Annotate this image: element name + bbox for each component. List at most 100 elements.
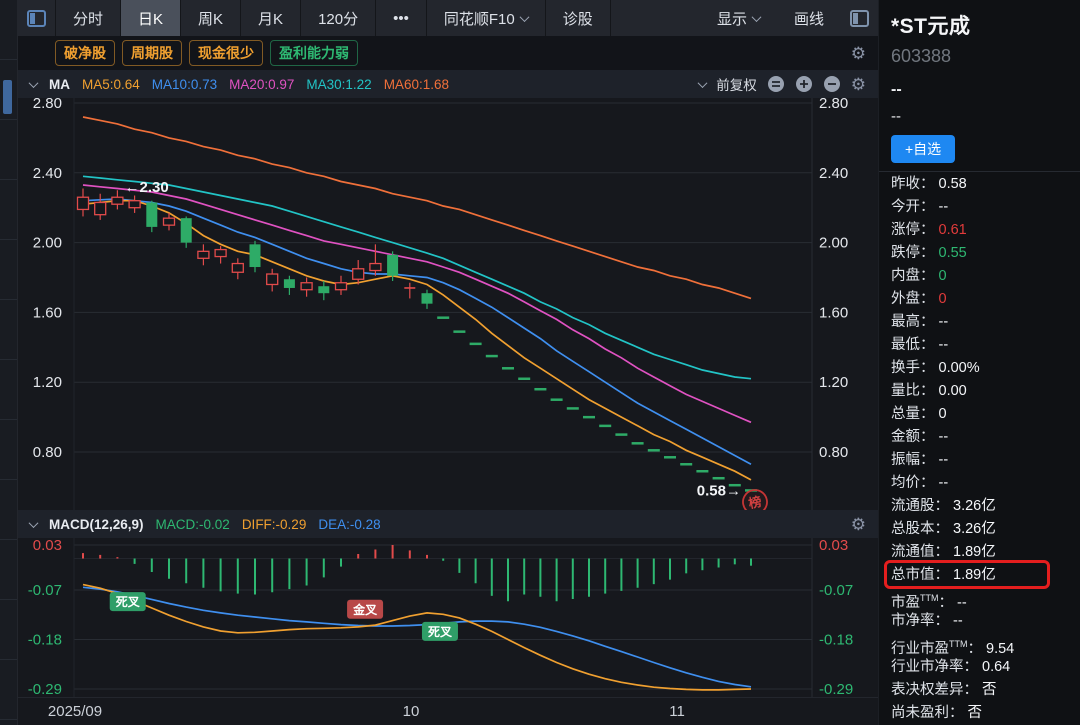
stat-row-行业市盈: 行业市盈TTM：9.54 — [891, 633, 1080, 656]
stat-label: 市净率： — [891, 613, 949, 629]
display-menu-button[interactable]: 显示 — [700, 0, 777, 36]
stat-label: 市盈TTM： — [891, 595, 953, 611]
scale-reset-icon[interactable] — [767, 75, 785, 93]
add-watchlist-button[interactable]: +自选 — [891, 135, 955, 163]
svg-text:-0.18: -0.18 — [819, 632, 853, 649]
ma-line-MA30 — [83, 176, 751, 378]
svg-text:0.80: 0.80 — [819, 444, 848, 461]
tab-周K[interactable]: 周K — [181, 0, 241, 36]
indicator-value: MA10:0.73 — [152, 77, 217, 92]
indicator-value: MA30:1.22 — [306, 77, 371, 92]
svg-text:0.03: 0.03 — [33, 538, 62, 554]
layout-toggle-left-button[interactable] — [18, 0, 56, 36]
stat-value: 1.89亿 — [953, 567, 996, 583]
collapse-macd-chevron-icon[interactable] — [29, 518, 39, 528]
tab-分时[interactable]: 分时 — [56, 0, 121, 36]
stat-row-内盘: 内盘：0 — [891, 265, 1080, 288]
svg-text:2.00: 2.00 — [819, 235, 848, 252]
gear-icon[interactable]: ⚙ — [851, 76, 866, 93]
svg-text:1.20: 1.20 — [819, 374, 848, 391]
stat-value: 0.58 — [939, 176, 967, 192]
stat-value: -- — [939, 429, 949, 445]
stat-row-尚未盈利: 尚未盈利：否 — [891, 702, 1080, 725]
left-tool-strip[interactable] — [0, 0, 18, 725]
indicator-value: MA5:0.64 — [82, 77, 140, 92]
stat-row-表决权差异: 表决权差异：否 — [891, 679, 1080, 702]
draw-line-button[interactable]: 画线 — [777, 0, 841, 36]
stat-value: -- — [939, 314, 949, 330]
stat-value: 否 — [968, 705, 983, 721]
tab-日K[interactable]: 日K — [121, 0, 181, 36]
stock-tag[interactable]: 周期股 — [122, 40, 182, 66]
quote-header: *ST元成 603388 -- -- +自选 — [879, 0, 1080, 172]
stat-row-外盘: 外盘：0 — [891, 288, 1080, 311]
stat-value: 3.26亿 — [953, 521, 996, 537]
collapse-ma-chevron-icon[interactable] — [29, 78, 39, 88]
chart-panel: 分时日K周K月K120分••• 同花顺F10 诊股 显示 画线 破净股周期股现金… — [18, 0, 878, 725]
svg-text:死叉: 死叉 — [116, 595, 141, 609]
svg-text:-0.18: -0.18 — [28, 632, 62, 649]
indicator-value: MA20:0.97 — [229, 77, 294, 92]
stat-row-换手: 换手：0.00% — [891, 357, 1080, 380]
kline-chart[interactable]: 2.802.802.402.402.002.001.601.601.201.20… — [18, 98, 878, 510]
stock-tag[interactable]: 盈利能力弱 — [270, 40, 358, 66]
divider — [879, 171, 1080, 172]
tab-120分[interactable]: 120分 — [301, 0, 376, 36]
f10-button[interactable]: 同花顺F10 — [427, 0, 546, 36]
stat-label: 最低： — [891, 337, 935, 353]
ma-line-MA60 — [83, 117, 751, 298]
indicator-value: DIFF:-0.29 — [242, 517, 307, 532]
stat-label: 流通值： — [891, 544, 949, 560]
tab-•••[interactable]: ••• — [376, 0, 427, 36]
stat-row-均价: 均价：-- — [891, 472, 1080, 495]
tab-月K[interactable]: 月K — [241, 0, 301, 36]
stat-label: 跌停： — [891, 245, 935, 261]
stat-label: 昨收： — [891, 176, 935, 192]
stat-value: -- — [939, 475, 949, 491]
stat-value: 0.00 — [939, 383, 967, 399]
annotations-layer: ←2.300.58→榜 — [125, 179, 770, 510]
layout-toggle-right-button[interactable] — [841, 0, 878, 36]
gear-icon[interactable]: ⚙ — [851, 516, 866, 533]
macd-histogram-layer — [83, 545, 751, 601]
stat-value: 否 — [982, 682, 997, 698]
macd-title: MACD(12,26,9) — [49, 517, 144, 532]
diagnose-button[interactable]: 诊股 — [546, 0, 611, 36]
svg-text:2.80: 2.80 — [819, 98, 848, 112]
stat-label: 内盘： — [891, 268, 935, 284]
svg-text:0.58→: 0.58→ — [697, 482, 741, 499]
line-DEA — [83, 587, 751, 687]
stat-row-昨收: 昨收：0.58 — [891, 173, 1080, 196]
zoom-out-icon[interactable] — [823, 75, 841, 93]
stat-row-最高: 最高：-- — [891, 311, 1080, 334]
gear-icon[interactable]: ⚙ — [851, 45, 866, 62]
stat-label: 最高： — [891, 314, 935, 330]
stat-value: 0.64 — [982, 659, 1010, 675]
stat-label: 总股本： — [891, 521, 949, 537]
candles-layer — [78, 189, 433, 309]
stat-row-振幅: 振幅：-- — [891, 449, 1080, 472]
diagnose-label: 诊股 — [563, 8, 593, 29]
panel-layout-icon — [27, 10, 46, 27]
macd-chart[interactable]: 0.030.03-0.07-0.07-0.18-0.18-0.29-0.29死叉… — [18, 538, 878, 697]
period-toolbar: 分时日K周K月K120分••• 同花顺F10 诊股 显示 画线 — [18, 0, 878, 36]
svg-text:1.60: 1.60 — [819, 304, 848, 321]
svg-text:2.00: 2.00 — [33, 235, 62, 252]
stat-row-流通股: 流通股：3.26亿 — [891, 495, 1080, 518]
chevron-down-icon[interactable] — [698, 78, 708, 88]
stock-tag[interactable]: 破净股 — [55, 40, 115, 66]
stat-value: 0.55 — [939, 245, 967, 261]
svg-text:1.60: 1.60 — [33, 304, 62, 321]
zoom-in-icon[interactable] — [795, 75, 813, 93]
stat-label: 行业市盈TTM： — [891, 641, 982, 657]
stat-label: 今开： — [891, 199, 935, 215]
stat-value: -- — [939, 337, 949, 353]
chevron-down-icon — [519, 12, 529, 22]
stat-row-涨停: 涨停：0.61 — [891, 219, 1080, 242]
stat-value: -- — [957, 595, 967, 611]
current-price: -- — [891, 81, 1068, 99]
stat-label: 行业市净率： — [891, 659, 978, 675]
adjust-mode-label[interactable]: 前复权 — [716, 74, 757, 94]
date-axis: 2025/091011 — [18, 697, 878, 725]
stock-tag[interactable]: 现金很少 — [189, 40, 263, 66]
